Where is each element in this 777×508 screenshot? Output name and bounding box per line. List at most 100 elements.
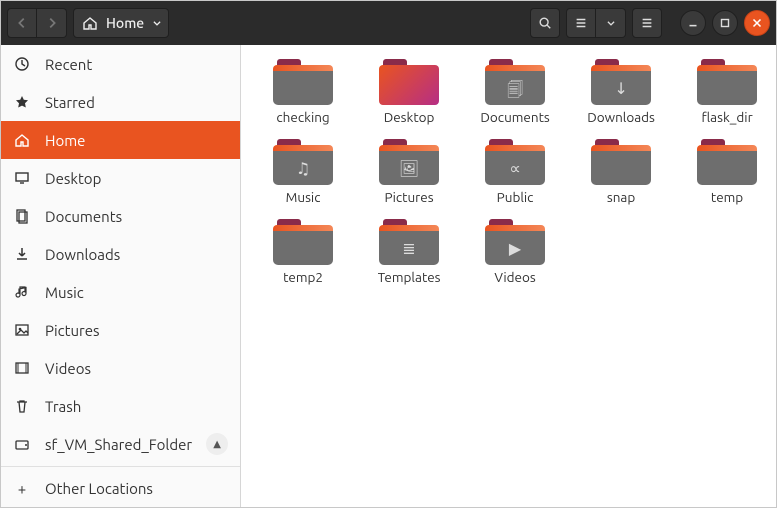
other-locations-item[interactable]: + Other Locations (1, 469, 240, 507)
folder-label: Templates (378, 269, 441, 285)
folder-label: snap (607, 189, 635, 205)
maximize-icon (718, 16, 732, 30)
sidebar-item-videos[interactable]: Videos (1, 349, 240, 387)
documents-icon (13, 208, 31, 224)
main-view[interactable]: checking Desktop 🗐Documents↓Downloads flask… (241, 45, 777, 507)
folder-icon: ▶ (485, 217, 545, 265)
sidebar-item-label: Music (45, 284, 84, 301)
sidebar-item-documents[interactable]: Documents (1, 197, 240, 235)
hamburger-icon (640, 16, 654, 30)
plus-icon: + (13, 480, 31, 497)
sidebar-item-label: Documents (45, 208, 122, 225)
view-group (566, 8, 626, 38)
list-icon (574, 16, 588, 30)
folder-pictures[interactable]: 🖼 Pictures (361, 137, 457, 205)
folder-label: Public (497, 189, 534, 205)
folder-icon (697, 137, 757, 185)
folder-label: Pictures (385, 189, 434, 205)
sidebar-item-label: Downloads (45, 246, 120, 263)
path-label: Home (106, 15, 144, 31)
file-manager-window: Home RecentSta (0, 0, 777, 508)
folder-label: Videos (494, 269, 535, 285)
search-button[interactable] (530, 8, 560, 38)
videos-icon (13, 360, 31, 376)
sidebar-item-label: Home (45, 132, 85, 149)
list-view-button[interactable] (566, 8, 596, 38)
forward-button[interactable] (37, 8, 67, 38)
sidebar-item-label: sf_VM_Shared_Folder (45, 436, 192, 453)
folder-public[interactable]: ∝ Public (467, 137, 563, 205)
folder-label: temp2 (283, 269, 323, 285)
caret-down-icon (152, 18, 162, 28)
icon-grid: checking Desktop 🗐Documents↓Downloads flask… (255, 57, 775, 285)
caret-down-icon (606, 18, 616, 28)
home-icon (13, 132, 31, 148)
hamburger-menu-button[interactable] (632, 8, 662, 38)
sidebar-item-home[interactable]: Home (1, 121, 240, 159)
sidebar-item-sf-vm-shared-folder[interactable]: sf_VM_Shared_Folder ▲ (1, 425, 240, 463)
folder-icon (697, 57, 757, 105)
folder-icon (591, 137, 651, 185)
folder-icon (273, 57, 333, 105)
search-icon (538, 16, 552, 30)
sidebar-item-music[interactable]: Music (1, 273, 240, 311)
star-icon (13, 94, 31, 110)
sidebar-item-label: Desktop (45, 170, 101, 187)
sidebar-item-label: Recent (45, 56, 92, 73)
other-locations-label: Other Locations (45, 480, 153, 497)
sidebar-item-label: Videos (45, 360, 91, 377)
folder-downloads[interactable]: ↓Downloads (573, 57, 669, 125)
chevron-right-icon (45, 16, 59, 30)
close-icon (750, 16, 764, 30)
folder-desktop[interactable]: Desktop (361, 57, 457, 125)
close-button[interactable] (744, 10, 770, 36)
sidebar-item-pictures[interactable]: Pictures (1, 311, 240, 349)
folder-temp[interactable]: temp (679, 137, 775, 205)
folder-music[interactable]: ♫Music (255, 137, 351, 205)
folder-label: Downloads (587, 109, 655, 125)
folder-label: Documents (480, 109, 549, 125)
sidebar-item-label: Trash (45, 398, 81, 415)
path-bar[interactable]: Home (73, 8, 169, 38)
home-icon (82, 15, 98, 31)
folder-flask-dir[interactable]: flask_dir (679, 57, 775, 125)
folder-templates[interactable]: ≣ Templates (361, 217, 457, 285)
folder-checking[interactable]: checking (255, 57, 351, 125)
folder-videos[interactable]: ▶ Videos (467, 217, 563, 285)
sidebar: Recent Starred Home Desktop Documents Downloa… (1, 45, 241, 507)
minimize-icon (686, 16, 700, 30)
folder-label: flask_dir (701, 109, 752, 125)
back-button[interactable] (7, 8, 37, 38)
sidebar-item-downloads[interactable]: Downloads (1, 235, 240, 273)
headerbar: Home (1, 1, 776, 45)
clock-icon (13, 56, 31, 72)
sidebar-item-label: Pictures (45, 322, 100, 339)
body: Recent Starred Home Desktop Documents Downloa… (1, 45, 776, 507)
folder-snap[interactable]: snap (573, 137, 669, 205)
folder-documents[interactable]: 🗐Documents (467, 57, 563, 125)
desktop-icon (13, 170, 31, 186)
sidebar-item-desktop[interactable]: Desktop (1, 159, 240, 197)
music-icon (13, 284, 31, 300)
maximize-button[interactable] (712, 10, 738, 36)
sidebar-item-trash[interactable]: Trash (1, 387, 240, 425)
sidebar-item-recent[interactable]: Recent (1, 45, 240, 83)
folder-temp2[interactable]: temp2 (255, 217, 351, 285)
folder-icon: ∝ (485, 137, 545, 185)
trash-icon (13, 398, 31, 414)
pictures-icon (13, 322, 31, 338)
folder-icon (379, 57, 439, 105)
folder-label: temp (711, 189, 743, 205)
eject-button[interactable]: ▲ (206, 433, 228, 455)
folder-icon (273, 217, 333, 265)
folder-icon: ♫ (273, 137, 333, 185)
folder-label: Desktop (384, 109, 435, 125)
nav-group (7, 8, 67, 38)
downloads-icon (13, 246, 31, 262)
minimize-button[interactable] (680, 10, 706, 36)
view-dropdown-button[interactable] (596, 8, 626, 38)
folder-icon: ≣ (379, 217, 439, 265)
folder-icon: 🖼 (379, 137, 439, 185)
sidebar-item-starred[interactable]: Starred (1, 83, 240, 121)
disk-icon (13, 436, 31, 452)
